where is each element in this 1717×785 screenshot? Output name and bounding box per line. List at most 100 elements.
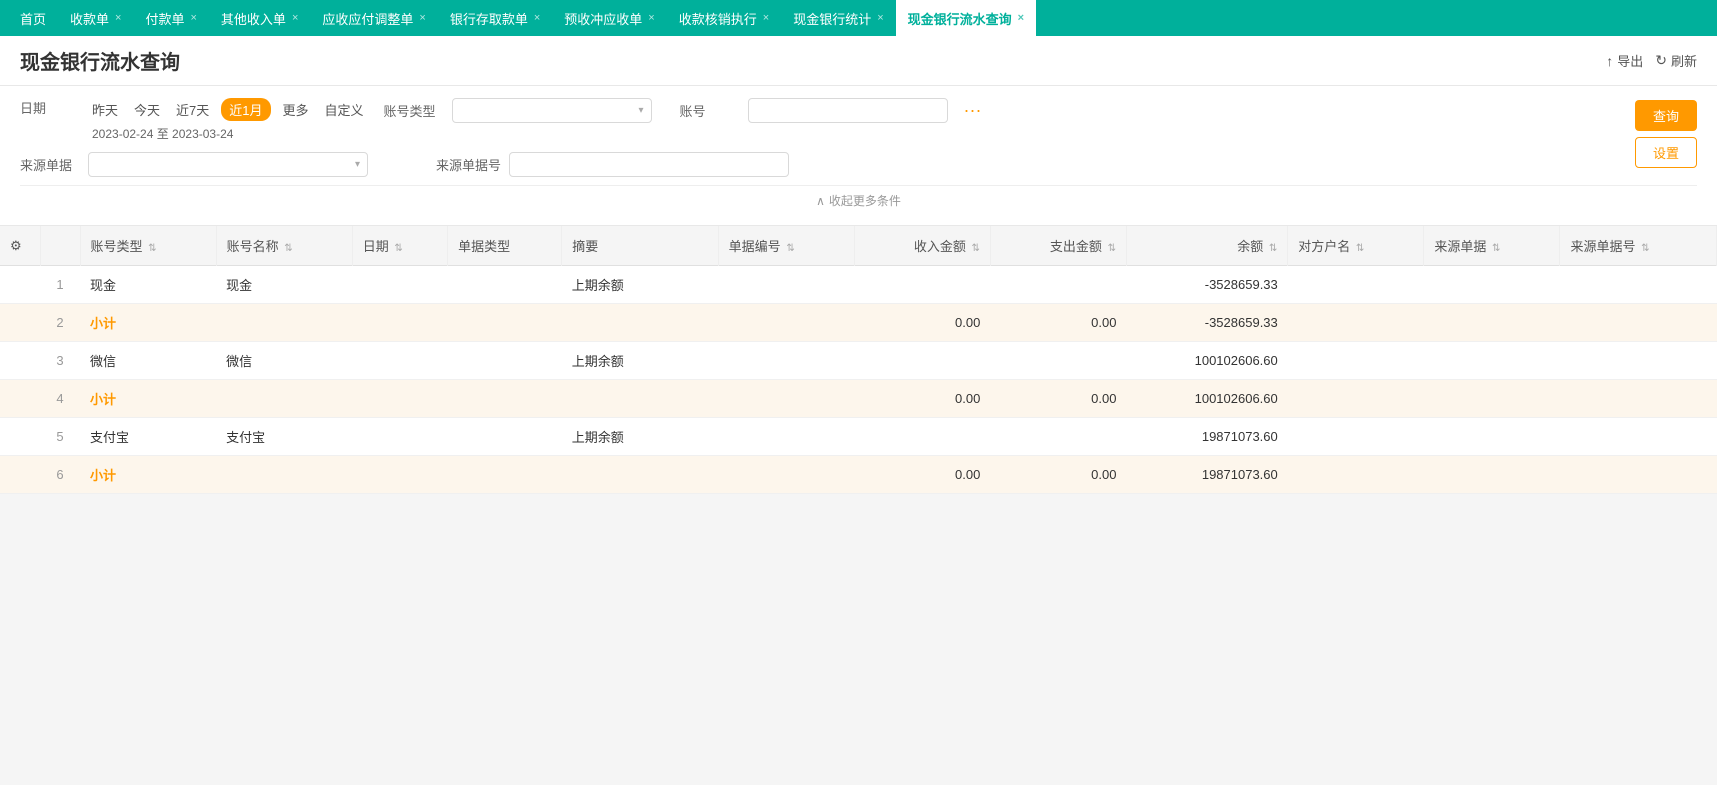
row-doc-type: [448, 456, 562, 494]
sort-src-doc-no-icon: ⇅: [1641, 243, 1649, 254]
col-doc-no[interactable]: 单据编号 ⇅: [718, 226, 854, 266]
account-type-select[interactable]: [452, 98, 652, 123]
row-src-doc: [1424, 456, 1560, 494]
row-src-doc: [1424, 266, 1560, 304]
col-balance[interactable]: 余额 ⇅: [1126, 226, 1287, 266]
row-balance: -3528659.33: [1126, 304, 1287, 342]
date-opt-7days[interactable]: 近7天: [172, 98, 213, 121]
row-date: [352, 266, 447, 304]
account-type-select-wrapper: ▾: [452, 98, 652, 123]
row-account-type: 小计: [80, 380, 216, 418]
row-income: 0.00: [854, 456, 990, 494]
sort-date-icon: ⇅: [394, 243, 402, 254]
settings-button[interactable]: 设置: [1635, 137, 1697, 168]
close-tab-4-icon[interactable]: ×: [419, 12, 425, 24]
col-account-name[interactable]: 账号名称 ⇅: [216, 226, 352, 266]
row-src-doc: [1424, 418, 1560, 456]
refresh-button[interactable]: ↻ 刷新: [1655, 51, 1697, 70]
row-doc-type: [448, 380, 562, 418]
row-counterpart: [1288, 304, 1424, 342]
row-index: 4: [40, 380, 80, 418]
nav-tab-6[interactable]: 预收冲应收单 ×: [552, 0, 666, 36]
row-account-type: 支付宝: [80, 418, 216, 456]
col-counterpart[interactable]: 对方户名 ⇅: [1288, 226, 1424, 266]
sort-doc-no-icon: ⇅: [786, 243, 794, 254]
col-account-type[interactable]: 账号类型 ⇅: [80, 226, 216, 266]
sort-counterpart-icon: ⇅: [1356, 243, 1364, 254]
row-counterpart: [1288, 342, 1424, 380]
query-button[interactable]: 查询: [1635, 100, 1697, 131]
row-src-doc: [1424, 380, 1560, 418]
row-account-name: [216, 380, 352, 418]
col-expense[interactable]: 支出金额 ⇅: [990, 226, 1126, 266]
nav-tab-1[interactable]: 收款单 ×: [58, 0, 133, 36]
close-tab-2-icon[interactable]: ×: [190, 12, 196, 24]
row-balance: 100102606.60: [1126, 342, 1287, 380]
close-tab-5-icon[interactable]: ×: [534, 12, 540, 24]
account-input[interactable]: [748, 98, 948, 123]
row-account-name: 微信: [216, 342, 352, 380]
date-range-display: 2023-02-24 至 2023-03-24: [92, 125, 368, 142]
export-button[interactable]: ↑ 导出: [1606, 51, 1643, 70]
nav-tab-5[interactable]: 银行存取款单 ×: [438, 0, 552, 36]
col-src-doc-no[interactable]: 来源单据号 ⇅: [1560, 226, 1717, 266]
row-index: 3: [40, 342, 80, 380]
sort-balance-icon: ⇅: [1269, 243, 1277, 254]
nav-tab-8[interactable]: 现金银行统计 ×: [781, 0, 895, 36]
col-income[interactable]: 收入金额 ⇅: [854, 226, 990, 266]
row-income: [854, 418, 990, 456]
account-label: 账号: [680, 101, 740, 120]
row-counterpart: [1288, 456, 1424, 494]
page-title: 现金银行流水查询: [20, 46, 180, 75]
page-header: 现金银行流水查询 ↑ 导出 ↻ 刷新: [0, 36, 1717, 86]
date-opt-custom[interactable]: 自定义: [321, 98, 368, 121]
row-src-doc-no: [1560, 304, 1717, 342]
close-tab-6-icon[interactable]: ×: [648, 12, 654, 24]
export-icon: ↑: [1606, 53, 1613, 69]
nav-home[interactable]: 首页: [8, 0, 58, 36]
data-table-container: ⚙ 账号类型 ⇅ 账号名称 ⇅ 日期 ⇅ 单据类型 摘要 单据编号: [0, 226, 1717, 494]
collapse-bar[interactable]: ∧ 收起更多条件: [20, 185, 1697, 213]
row-summary: [562, 304, 718, 342]
row-summary: [562, 456, 718, 494]
account-dots-button[interactable]: ···: [956, 100, 990, 121]
date-opt-today[interactable]: 今天: [130, 98, 164, 121]
sort-account-type-icon: ⇅: [148, 243, 156, 254]
nav-tab-7[interactable]: 收款核销执行 ×: [667, 0, 781, 36]
row-date: [352, 380, 447, 418]
sort-income-icon: ⇅: [971, 243, 979, 254]
row-income: [854, 266, 990, 304]
nav-tab-3[interactable]: 其他收入单 ×: [209, 0, 310, 36]
close-tab-9-icon[interactable]: ×: [1018, 12, 1024, 24]
col-gear[interactable]: ⚙: [0, 226, 40, 266]
row-src-doc-no: [1560, 418, 1717, 456]
date-opt-yesterday[interactable]: 昨天: [88, 98, 122, 121]
nav-tab-2[interactable]: 付款单 ×: [133, 0, 208, 36]
row-counterpart: [1288, 418, 1424, 456]
nav-tab-4[interactable]: 应收应付调整单 ×: [310, 0, 437, 36]
close-tab-1-icon[interactable]: ×: [115, 12, 121, 24]
col-src-doc[interactable]: 来源单据 ⇅: [1424, 226, 1560, 266]
table-row: 2 小计 0.00 0.00 -3528659.33: [0, 304, 1717, 342]
nav-tab-9[interactable]: 现金银行流水查询 ×: [896, 0, 1036, 36]
source-doc-select[interactable]: [88, 152, 368, 177]
date-opt-more[interactable]: 更多: [279, 98, 313, 121]
row-summary: 上期余额: [562, 266, 718, 304]
table-header-row: ⚙ 账号类型 ⇅ 账号名称 ⇅ 日期 ⇅ 单据类型 摘要 单据编号: [0, 226, 1717, 266]
row-date: [352, 342, 447, 380]
row-account-type: 小计: [80, 304, 216, 342]
close-tab-7-icon[interactable]: ×: [763, 12, 769, 24]
date-opt-1month[interactable]: 近1月: [221, 98, 270, 121]
row-gear-cell: [0, 418, 40, 456]
row-account-name: 支付宝: [216, 418, 352, 456]
close-tab-8-icon[interactable]: ×: [877, 12, 883, 24]
row-src-doc: [1424, 342, 1560, 380]
row-src-doc-no: [1560, 342, 1717, 380]
row-index: 5: [40, 418, 80, 456]
col-date[interactable]: 日期 ⇅: [352, 226, 447, 266]
row-date: [352, 456, 447, 494]
row-counterpart: [1288, 380, 1424, 418]
close-tab-3-icon[interactable]: ×: [292, 12, 298, 24]
row-doc-no: [718, 418, 854, 456]
source-doc-no-input[interactable]: [509, 152, 789, 177]
